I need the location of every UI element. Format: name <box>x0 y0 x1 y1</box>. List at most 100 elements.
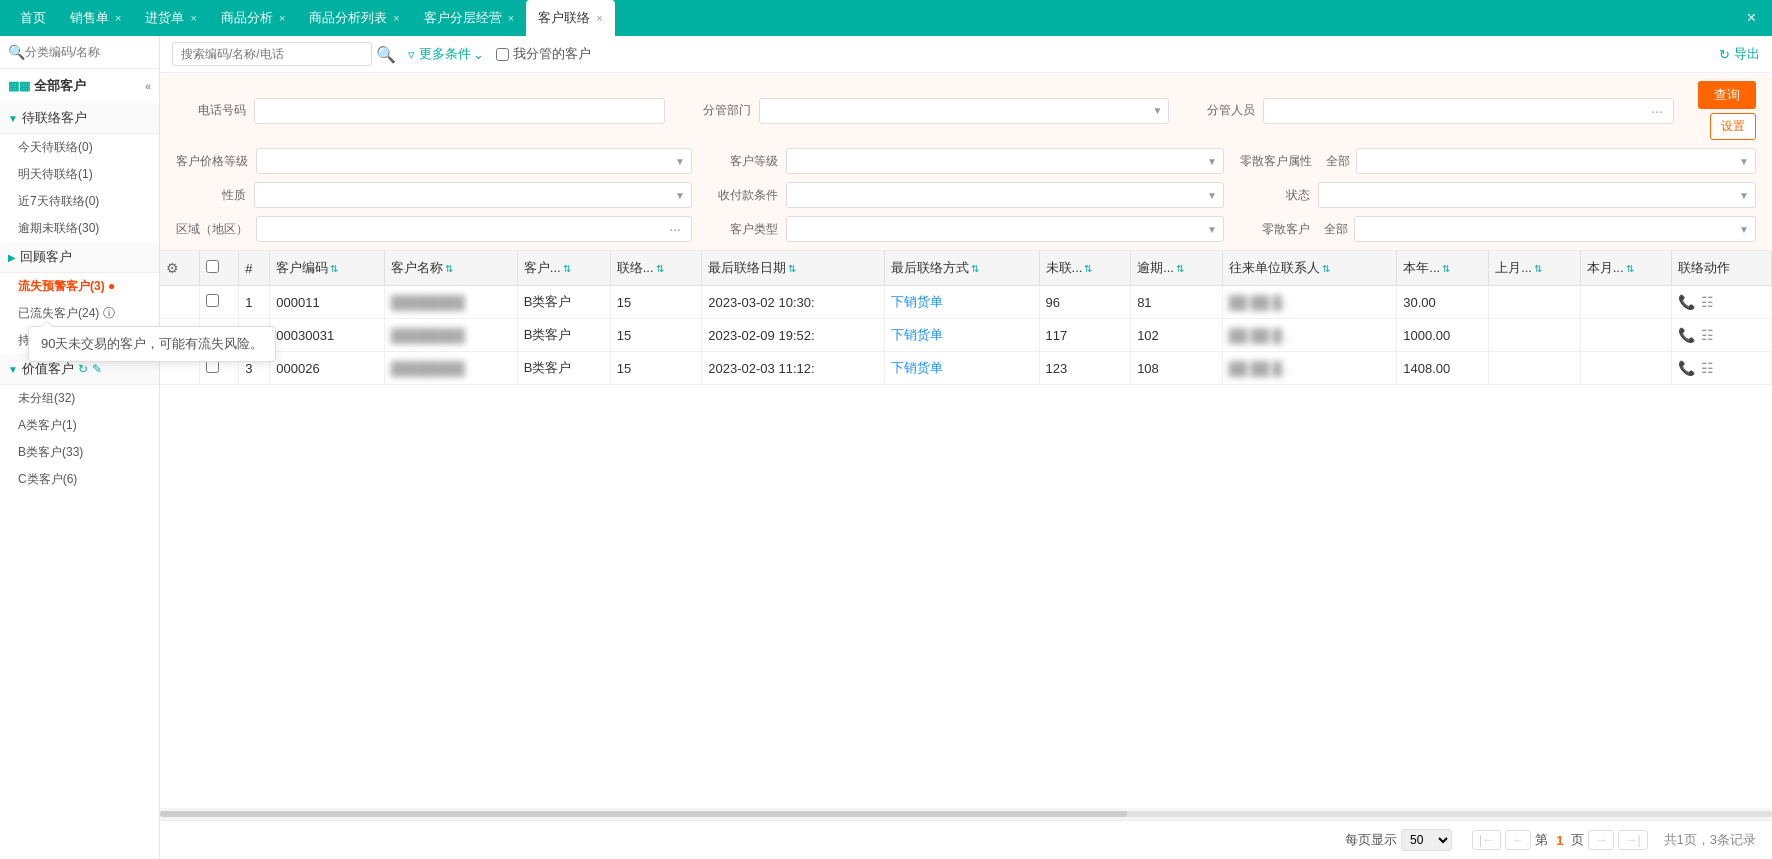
setting-button[interactable]: 设置 <box>1710 113 1756 140</box>
price-level-chevron: ▼ <box>675 156 685 167</box>
manager-select[interactable]: ··· <box>1263 98 1674 124</box>
tab-home[interactable]: 首页 <box>8 0 58 36</box>
th-last-contact-date[interactable]: 最后联络日期⇅ <box>702 251 885 286</box>
close-tab-analysis[interactable]: × <box>279 12 285 24</box>
edit-icon[interactable]: ✎ <box>92 362 102 376</box>
refresh-icon[interactable]: ↻ <box>78 362 88 376</box>
sidebar-search-input[interactable] <box>25 45 160 59</box>
field-scatter-customer: 零散客户 全部 ▼ <box>1240 216 1756 242</box>
th-index: # <box>239 251 270 286</box>
td-contact-1: 15 <box>610 319 702 352</box>
sidebar-item-unclassified[interactable]: 未分组(32) <box>0 385 159 412</box>
scroll-thumb[interactable] <box>160 811 1127 817</box>
td-last-month-1 <box>1489 319 1581 352</box>
th-settings[interactable]: ⚙ <box>160 251 199 286</box>
sidebar-item-tomorrow[interactable]: 明天待联络(1) <box>0 161 159 188</box>
phone-action-0[interactable]: 📞 <box>1678 294 1695 310</box>
sidebar-item-class-b[interactable]: B类客户(33) <box>0 439 159 466</box>
tab-analysis[interactable]: 商品分析 × <box>209 0 297 36</box>
first-page-button[interactable]: |← <box>1472 830 1501 850</box>
td-checkbox-0[interactable] <box>199 286 239 319</box>
td-unit-contacts-0: ██ ██ █... <box>1222 286 1397 319</box>
close-tab-sales[interactable]: × <box>115 12 121 24</box>
sidebar-item-today[interactable]: 今天待联络(0) <box>0 134 159 161</box>
th-this-year[interactable]: 本年...⇅ <box>1397 251 1489 286</box>
tooltip-review: 90天未交易的客户，可能有流失风险。 <box>28 326 160 362</box>
th-contact[interactable]: 联络...⇅ <box>610 251 702 286</box>
td-action-1: 📞 ☷ <box>1672 319 1772 352</box>
dept-select[interactable]: ▼ <box>759 98 1170 124</box>
close-tab-customer-tier[interactable]: × <box>508 12 514 24</box>
customer-type-select[interactable]: ▼ <box>786 216 1224 242</box>
close-tab-purchase[interactable]: × <box>190 12 196 24</box>
th-type[interactable]: 客户...⇅ <box>517 251 610 286</box>
th-overdue[interactable]: 逾期...⇅ <box>1131 251 1223 286</box>
row-checkbox-0[interactable] <box>206 294 219 307</box>
tab-customer-link[interactable]: 客户联络 × <box>526 0 614 36</box>
td-this-year-0: 30.00 <box>1397 286 1489 319</box>
th-this-month[interactable]: 本月...⇅ <box>1580 251 1672 286</box>
arrow-value: ▼ <box>8 364 18 375</box>
scatter-attr-chevron: ▼ <box>1739 156 1749 167</box>
sidebar-item-7days[interactable]: 近7天待联络(0) <box>0 188 159 215</box>
tab-sales[interactable]: 销售单 × <box>58 0 133 36</box>
td-last-method-2[interactable]: 下销货单 <box>884 352 1039 385</box>
horizontal-scrollbar[interactable] <box>160 808 1772 820</box>
per-page-select[interactable]: 50 100 200 <box>1401 829 1452 851</box>
tab-purchase[interactable]: 进货单 × <box>133 0 208 36</box>
close-all-button[interactable]: × <box>1739 9 1764 27</box>
search-input[interactable] <box>172 42 372 66</box>
td-last-method-0[interactable]: 下销货单 <box>884 286 1039 319</box>
last-page-button[interactable]: →| <box>1618 830 1647 850</box>
my-customers-checkbox[interactable] <box>496 48 509 61</box>
query-button[interactable]: 查询 <box>1698 81 1756 109</box>
th-checkbox[interactable] <box>199 251 239 286</box>
table-settings-icon[interactable]: ⚙ <box>166 260 179 276</box>
search-button[interactable]: 🔍 <box>376 45 396 64</box>
th-name[interactable]: 客户名称⇅ <box>385 251 518 286</box>
sidebar-all-customers[interactable]: ▦▦ 全部客户 « <box>0 69 159 103</box>
nature-select[interactable]: ▼ <box>254 182 692 208</box>
grid-icon: ▦▦ <box>8 79 30 93</box>
th-uncontacted[interactable]: 未联...⇅ <box>1039 251 1131 286</box>
my-customers-label[interactable]: 我分管的客户 <box>496 45 591 63</box>
region-dots[interactable]: ··· <box>665 221 685 237</box>
th-last-month[interactable]: 上月...⇅ <box>1489 251 1581 286</box>
price-level-select[interactable]: ▼ <box>256 148 692 174</box>
th-unit-contacts[interactable]: 往来单位联系人⇅ <box>1222 251 1397 286</box>
td-last-method-1[interactable]: 下销货单 <box>884 319 1039 352</box>
tab-customer-tier[interactable]: 客户分层经营 × <box>412 0 526 36</box>
customer-level-select[interactable]: ▼ <box>786 148 1224 174</box>
more-action-1[interactable]: ☷ <box>1701 327 1714 343</box>
more-action-0[interactable]: ☷ <box>1701 294 1714 310</box>
close-tab-customer-link[interactable]: × <box>596 12 602 24</box>
manager-dots[interactable]: ··· <box>1647 103 1667 119</box>
prev-page-button[interactable]: ← <box>1505 830 1531 850</box>
th-code[interactable]: 客户编码⇅ <box>270 251 385 286</box>
close-tab-analysis-list[interactable]: × <box>393 12 399 24</box>
scatter-customer-select[interactable]: ▼ <box>1354 216 1756 242</box>
phone-action-2[interactable]: 📞 <box>1678 360 1695 376</box>
phone-action-1[interactable]: 📞 <box>1678 327 1695 343</box>
sidebar-item-churned[interactable]: 已流失客户(24) ⓘ <box>0 300 159 327</box>
scroll-track[interactable] <box>160 811 1772 817</box>
scatter-attr-select[interactable]: ▼ <box>1356 148 1756 174</box>
payment-select[interactable]: ▼ <box>786 182 1224 208</box>
tab-analysis-list[interactable]: 商品分析列表 × <box>297 0 411 36</box>
select-all-checkbox[interactable] <box>206 260 219 273</box>
sidebar-group-review[interactable]: ▶ 回顾客户 <box>0 242 159 273</box>
region-select[interactable]: ··· <box>256 216 692 242</box>
sidebar-item-class-c[interactable]: C类客户(6) <box>0 466 159 493</box>
sidebar-item-class-a[interactable]: A类客户(1) <box>0 412 159 439</box>
next-page-button[interactable]: → <box>1588 830 1614 850</box>
th-last-contact-method[interactable]: 最后联络方式⇅ <box>884 251 1039 286</box>
phone-input[interactable] <box>254 98 665 124</box>
td-last-date-0: 2023-03-02 10:30: <box>702 286 885 319</box>
more-action-2[interactable]: ☷ <box>1701 360 1714 376</box>
more-conditions-button[interactable]: ▿ 更多条件 ⌄ <box>408 45 484 63</box>
status-select[interactable]: ▼ <box>1318 182 1756 208</box>
sidebar-item-churn-warning[interactable]: 流失预警客户(3) ● <box>0 273 159 300</box>
sidebar-item-overdue[interactable]: 逾期未联络(30) <box>0 215 159 242</box>
sidebar-group-pending[interactable]: ▼ 待联络客户 <box>0 103 159 134</box>
export-button[interactable]: ↻ 导出 <box>1719 45 1760 63</box>
